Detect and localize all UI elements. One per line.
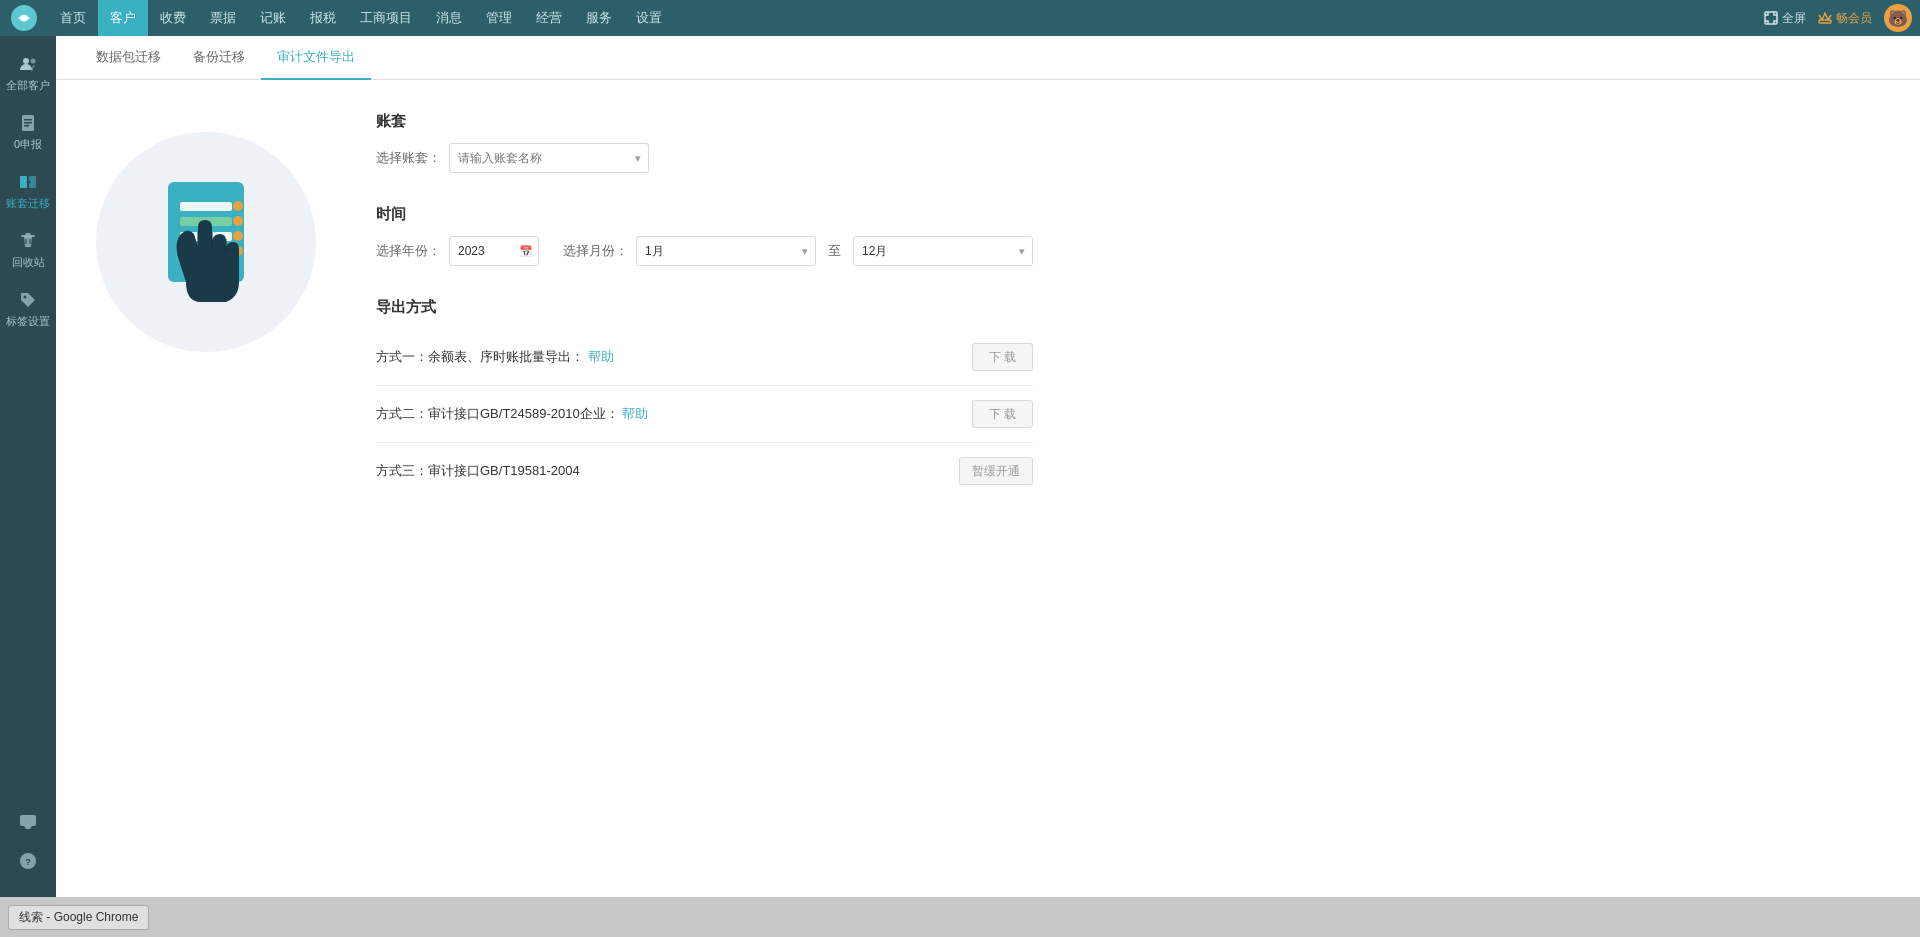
export-section: 导出方式 方式一：余额表、序时账批量导出： 帮助 下 载 <box>376 298 1033 499</box>
vip-button[interactable]: 畅会员 <box>1818 10 1872 27</box>
svg-point-4 <box>23 58 29 64</box>
account-select-wrapper <box>449 143 649 173</box>
nav-settings[interactable]: 设置 <box>624 0 674 36</box>
export-section-title: 导出方式 <box>376 298 1033 317</box>
account-label: 选择账套： <box>376 149 441 167</box>
top-nav: 首页 客户 收费 票据 记账 报税 工商项目 消息 管理 经营 服务 设置 全屏… <box>0 0 1920 36</box>
year-label: 选择年份： <box>376 242 441 260</box>
export-method-1-help[interactable]: 帮助 <box>588 349 614 364</box>
form-panel: 账套 选择账套： 时间 选择年份： <box>376 112 1033 499</box>
to-label: 至 <box>828 242 841 260</box>
sidebar-item-msg[interactable] <box>0 801 56 841</box>
month-label: 选择月份： <box>563 242 628 260</box>
export-method-2-download-button[interactable]: 下 载 <box>972 400 1033 428</box>
sidebar-item-tag[interactable]: 标签设置 <box>0 280 56 339</box>
export-method-1-download-button[interactable]: 下 载 <box>972 343 1033 371</box>
sidebar-item-help[interactable]: ? <box>0 841 56 881</box>
page-content: 账套 选择账套： 时间 选择年份： <box>56 80 1920 897</box>
sidebar-bottom: ? <box>0 801 56 897</box>
end-month-select[interactable]: 1月2月3月4月 5月6月7月8月 9月10月11月12月 <box>853 236 1033 266</box>
top-nav-right: 全屏 畅会员 🐻 <box>1764 4 1912 32</box>
nav-operation[interactable]: 经营 <box>524 0 574 36</box>
svg-rect-14 <box>20 815 36 826</box>
illustration <box>96 112 316 499</box>
form-container: 账套 选择账套： 时间 选择年份： <box>96 112 996 499</box>
export-method-3-soon-button[interactable]: 暂缓开通 <box>959 457 1033 485</box>
account-select-input[interactable] <box>449 143 649 173</box>
nav-customer[interactable]: 客户 <box>98 0 148 36</box>
nav-manage[interactable]: 管理 <box>474 0 524 36</box>
sidebar-item-migrate[interactable]: 账套迁移 <box>0 162 56 221</box>
sidebar-item-zero-declaration[interactable]: 0 0申报 <box>0 103 56 162</box>
nav-items: 首页 客户 收费 票据 记账 报税 工商项目 消息 管理 经营 服务 设置 <box>48 0 1764 36</box>
time-section-title: 时间 <box>376 205 1033 224</box>
sidebar-item-recycle[interactable]: 回收站 <box>0 221 56 280</box>
nav-message[interactable]: 消息 <box>424 0 474 36</box>
nav-invoice[interactable]: 票据 <box>198 0 248 36</box>
start-month-select[interactable]: 1月2月3月4月 5月6月7月8月 9月10月11月12月 <box>636 236 816 266</box>
export-method-2-help[interactable]: 帮助 <box>622 406 648 421</box>
nav-bizproject[interactable]: 工商项目 <box>348 0 424 36</box>
svg-point-13 <box>24 296 27 299</box>
svg-rect-3 <box>1819 20 1831 23</box>
tab-data-migrate[interactable]: 数据包迁移 <box>80 36 177 80</box>
sidebar-item-allcustomers[interactable]: 全部客户 <box>0 44 56 103</box>
tab-backup-migrate[interactable]: 备份迁移 <box>177 36 261 80</box>
svg-point-24 <box>233 231 243 241</box>
time-section: 时间 选择年份： 选择月份： 1月2月3月4月 5月6月7月8月 <box>376 205 1033 274</box>
nav-bookkeeping[interactable]: 记账 <box>248 0 298 36</box>
taskbar: 线索 - Google Chrome <box>0 897 1920 937</box>
export-method-3: 方式三：审计接口GB/T19581-2004 暂缓开通 <box>376 443 1033 499</box>
sub-tabs: 数据包迁移 备份迁移 审计文件导出 <box>56 36 1920 80</box>
nav-service[interactable]: 服务 <box>574 0 624 36</box>
export-method-2-label: 方式二：审计接口GB/T24589-2010企业： 帮助 <box>376 405 960 423</box>
nav-home[interactable]: 首页 <box>48 0 98 36</box>
export-method-2: 方式二：审计接口GB/T24589-2010企业： 帮助 下 载 <box>376 386 1033 443</box>
content-area: 数据包迁移 备份迁移 审计文件导出 <box>56 36 1920 897</box>
svg-point-22 <box>233 201 243 211</box>
nav-fee[interactable]: 收费 <box>148 0 198 36</box>
svg-point-23 <box>233 216 243 226</box>
fullscreen-button[interactable]: 全屏 <box>1764 10 1806 27</box>
export-method-1: 方式一：余额表、序时账批量导出： 帮助 下 载 <box>376 329 1033 386</box>
user-avatar[interactable]: 🐻 <box>1884 4 1912 32</box>
time-form-row: 选择年份： 选择月份： 1月2月3月4月 5月6月7月8月 9月10月11月12… <box>376 236 1033 266</box>
svg-rect-2 <box>1765 12 1777 24</box>
year-input[interactable] <box>449 236 539 266</box>
nav-tax[interactable]: 报税 <box>298 0 348 36</box>
svg-rect-11 <box>20 176 27 188</box>
logo <box>8 2 40 34</box>
svg-point-5 <box>31 59 36 64</box>
end-month-wrapper: 1月2月3月4月 5月6月7月8月 9月10月11月12月 <box>853 236 1033 266</box>
taskbar-chrome-item[interactable]: 线索 - Google Chrome <box>8 905 149 930</box>
export-method-1-label: 方式一：余额表、序时账批量导出： 帮助 <box>376 348 960 366</box>
svg-rect-18 <box>180 202 232 211</box>
sidebar: 全部客户 0 0申报 账套迁移 回收站 标签设置 ? <box>0 36 56 897</box>
svg-text:?: ? <box>25 857 31 867</box>
account-form-row: 选择账套： <box>376 143 1033 173</box>
year-input-wrapper <box>449 236 539 266</box>
svg-rect-7 <box>24 119 32 121</box>
tab-audit-export[interactable]: 审计文件导出 <box>261 36 371 80</box>
svg-text:0: 0 <box>27 122 30 128</box>
main-layout: 全部客户 0 0申报 账套迁移 回收站 标签设置 ? <box>0 36 1920 897</box>
illustration-circle <box>96 132 316 352</box>
export-method-3-label: 方式三：审计接口GB/T19581-2004 <box>376 462 947 480</box>
start-month-wrapper: 1月2月3月4月 5月6月7月8月 9月10月11月12月 <box>636 236 816 266</box>
account-section: 账套 选择账套： <box>376 112 1033 181</box>
account-section-title: 账套 <box>376 112 1033 131</box>
svg-point-1 <box>21 15 27 21</box>
